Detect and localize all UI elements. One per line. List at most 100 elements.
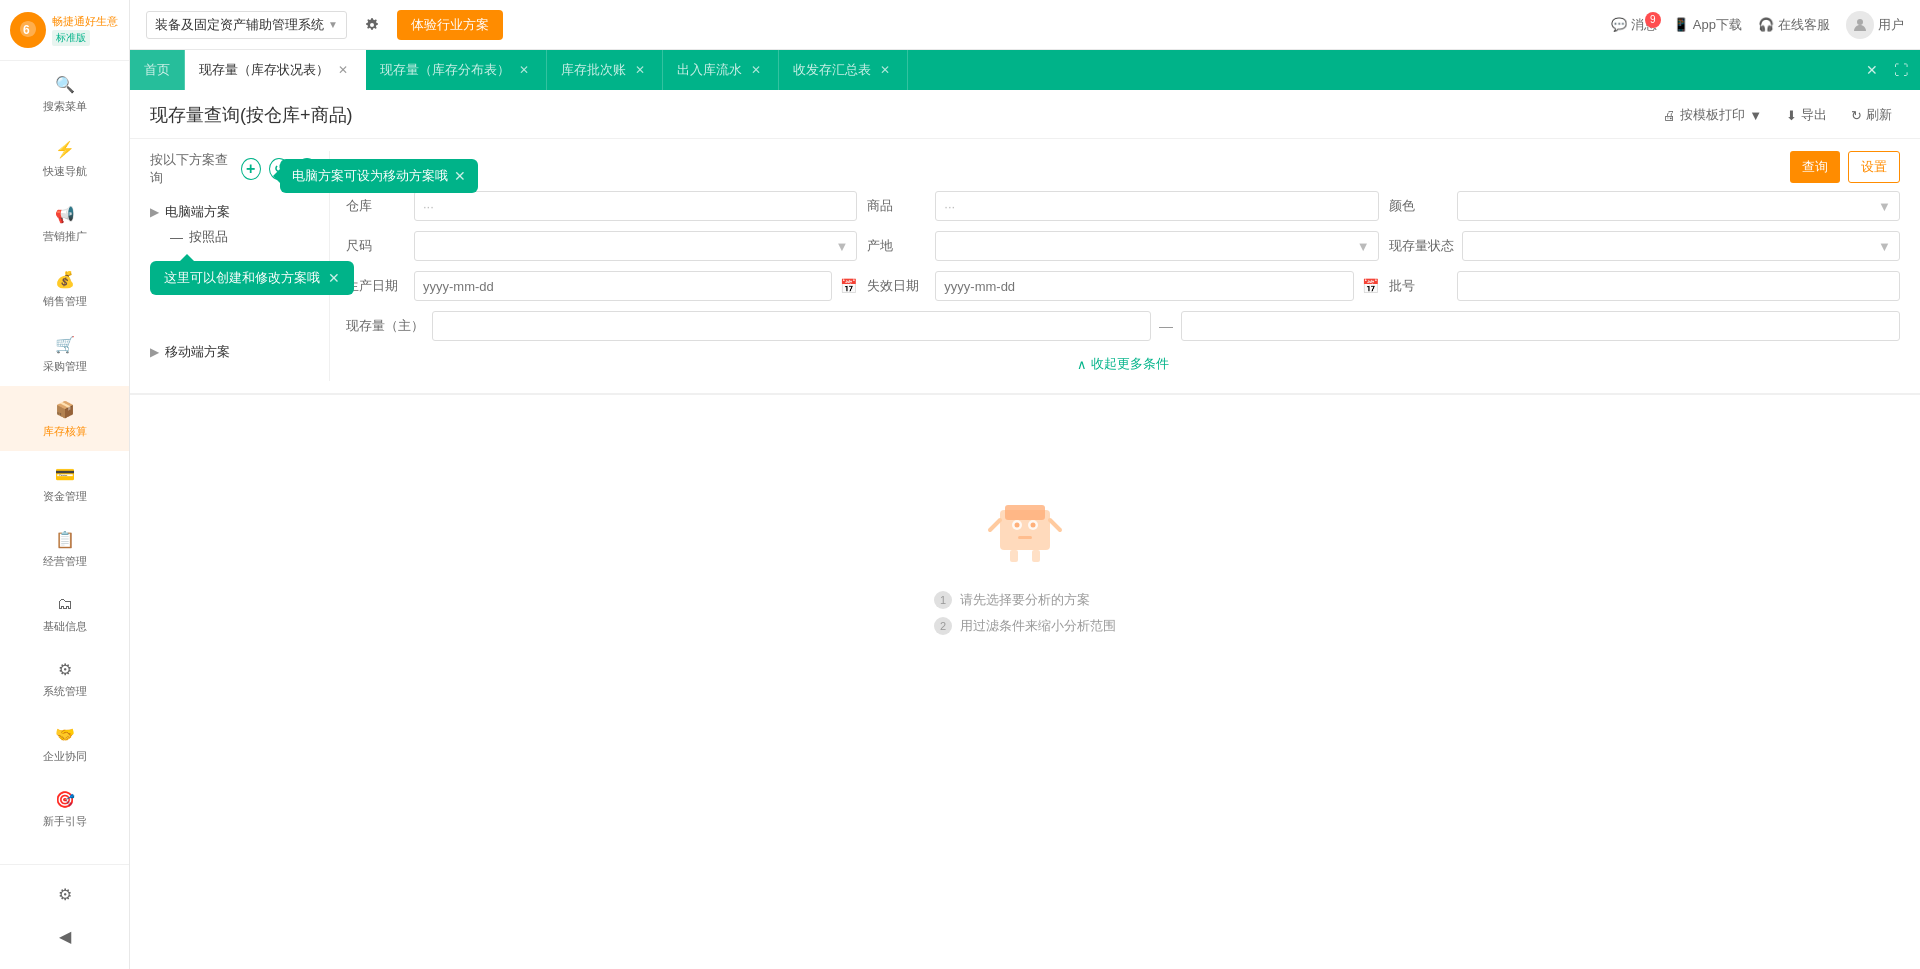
sidebar-item-inventory[interactable]: 📦 库存核算 (0, 386, 129, 451)
nav-label-operation: 经营管理 (43, 554, 87, 569)
sidebar-item-purchase[interactable]: 🛒 采购管理 (0, 321, 129, 386)
guide-icon: 🎯 (54, 788, 76, 810)
page-header: 现存量查询(按仓库+商品) 🖨 按模板打印 ▼ ⬇ 导出 ↻ 刷新 (130, 90, 1920, 139)
sidebar-item-sales[interactable]: 💰 销售管理 (0, 256, 129, 321)
stock-status-select[interactable]: ▼ (1462, 231, 1900, 261)
system-dropdown-arrow: ▼ (328, 19, 338, 30)
system-icon: ⚙ (54, 658, 76, 680)
desktop-child-1[interactable]: — 按照品 (170, 225, 317, 249)
mobile-scheme-item[interactable]: ▶ 移动端方案 (150, 339, 317, 365)
nav-label-search: 搜索菜单 (43, 99, 87, 114)
nav-label-inventory: 库存核算 (43, 424, 87, 439)
tab-recv-summary-label: 收发存汇总表 (793, 61, 871, 79)
message-button[interactable]: 💬 消息 9 (1611, 16, 1657, 34)
tab-close-all-btn[interactable]: ✕ (1862, 58, 1882, 82)
tabbar: 首页 现存量（库存状况表） ✕ 现存量（库存分布表） ✕ 库存批次账 ✕ 出入库… (130, 50, 1920, 90)
tab-recv-summary[interactable]: 收发存汇总表 ✕ (779, 50, 908, 90)
color-arrow: ▼ (1878, 199, 1891, 214)
print-icon: 🖨 (1663, 108, 1676, 123)
logo-icon: 6 (10, 12, 46, 48)
nav-label-purchase: 采购管理 (43, 359, 87, 374)
refresh-button[interactable]: ↻ 刷新 (1843, 102, 1900, 128)
nav-label-marketing: 营销推广 (43, 229, 87, 244)
origin-arrow: ▼ (1357, 239, 1370, 254)
marketing-icon: 📢 (54, 203, 76, 225)
stock-status-arrow: ▼ (1878, 239, 1891, 254)
export-icon: ⬇ (1786, 108, 1797, 123)
tooltip2-close[interactable]: ✕ (328, 270, 340, 286)
tab-close-batch-account[interactable]: ✕ (632, 62, 648, 78)
batch-no-input[interactable] (1457, 271, 1900, 301)
topbar-right: 💬 消息 9 📱 App下载 🎧 在线客服 (1611, 11, 1904, 39)
svg-rect-3 (1005, 505, 1045, 520)
print-button[interactable]: 🖨 按模板打印 ▼ (1655, 102, 1770, 128)
scheme-tree: ▶ 电脑端方案 — 按照品 (150, 199, 317, 249)
expire-date-calendar[interactable]: 📅 (1362, 278, 1379, 294)
tooltip2-text: 这里可以创建和修改方案哦 (164, 269, 320, 287)
size-select[interactable]: ▼ (414, 231, 857, 261)
query-button[interactable]: 查询 (1790, 151, 1840, 183)
svg-line-11 (990, 520, 1000, 530)
tab-inventory-status[interactable]: 现存量（库存状况表） ✕ (185, 50, 366, 90)
sidebar-item-system[interactable]: ⚙ 系统管理 (0, 646, 129, 711)
user-menu[interactable]: 用户 (1846, 11, 1904, 39)
stock-main-label: 现存量（主） (346, 317, 424, 335)
sidebar-item-collab[interactable]: 🤝 企业协同 (0, 711, 129, 776)
app-download-button[interactable]: 📱 App下载 (1673, 16, 1742, 34)
service-icon: 🎧 (1758, 17, 1774, 32)
sidebar-item-operation[interactable]: 📋 经营管理 (0, 516, 129, 581)
svg-point-7 (1031, 523, 1036, 528)
system-selector[interactable]: 装备及固定资产辅助管理系统 ▼ (146, 11, 347, 39)
filter-row-3: 生产日期 📅 失效日期 📅 批号 (346, 271, 1900, 301)
sidebar-item-finance[interactable]: 💳 资金管理 (0, 451, 129, 516)
sidebar-settings[interactable]: ⚙ (0, 875, 129, 917)
filter-row-4: 现存量（主） — (346, 311, 1900, 341)
size-field: 尺码 ▼ (346, 231, 857, 261)
tab-inventory-dist[interactable]: 现存量（库存分布表） ✕ (366, 50, 547, 90)
prod-date-start[interactable] (414, 271, 832, 301)
expire-date-start[interactable] (935, 271, 1353, 301)
warehouse-input[interactable]: ··· (414, 191, 857, 221)
tab-close-inventory-status[interactable]: ✕ (335, 62, 351, 78)
export-button[interactable]: ⬇ 导出 (1778, 102, 1835, 128)
tip-num-1: 1 (934, 591, 952, 609)
tab-inout-flow[interactable]: 出入库流水 ✕ (663, 50, 779, 90)
logo-area: 6 畅捷通好生意 标准版 (0, 0, 129, 61)
inventory-icon: 📦 (54, 398, 76, 420)
add-scheme-btn[interactable]: + (241, 158, 261, 180)
industry-btn[interactable]: 体验行业方案 (397, 10, 503, 40)
sidebar-item-marketing[interactable]: 📢 营销推广 (0, 191, 129, 256)
desktop-expand-icon: ▶ (150, 205, 159, 219)
tooltip1-close[interactable]: ✕ (454, 168, 466, 184)
warehouse-field: 仓库 ··· (346, 191, 857, 221)
sidebar-item-guide[interactable]: 🎯 新手引导 (0, 776, 129, 841)
prod-date-calendar[interactable]: 📅 (840, 278, 857, 294)
sidebar-item-search[interactable]: 🔍 搜索菜单 (0, 61, 129, 126)
reset-button[interactable]: 设置 (1848, 151, 1900, 183)
origin-select[interactable]: ▼ (935, 231, 1378, 261)
goods-input[interactable]: ··· (935, 191, 1378, 221)
tab-close-recv-summary[interactable]: ✕ (877, 62, 893, 78)
expire-date-label: 失效日期 (867, 277, 927, 295)
nav-label-sales: 销售管理 (43, 294, 87, 309)
size-arrow: ▼ (835, 239, 848, 254)
stock-main-end[interactable] (1181, 311, 1900, 341)
empty-state: 1 请先选择要分析的方案 2 用过滤条件来缩小分析范围 (130, 395, 1920, 715)
desktop-scheme-item[interactable]: ▶ 电脑端方案 (150, 199, 317, 225)
tab-home[interactable]: 首页 (130, 50, 185, 90)
refresh-label: 刷新 (1866, 106, 1892, 124)
color-select[interactable]: ▼ (1457, 191, 1900, 221)
collapse-button[interactable]: ∧ 收起更多条件 (346, 347, 1900, 381)
tab-fullscreen-btn[interactable]: ⛶ (1890, 58, 1912, 82)
online-service-button[interactable]: 🎧 在线客服 (1758, 16, 1830, 34)
stock-main-start[interactable] (432, 311, 1151, 341)
sidebar-item-basic[interactable]: 🗂 基础信息 (0, 581, 129, 646)
desktop-scheme-label: 电脑端方案 (165, 203, 230, 221)
tab-batch-account[interactable]: 库存批次账 ✕ (547, 50, 663, 90)
tab-close-inout-flow[interactable]: ✕ (748, 62, 764, 78)
sidebar-collapse[interactable]: ◀ (0, 917, 129, 959)
topbar-settings-button[interactable] (357, 10, 387, 40)
collapse-label: 收起更多条件 (1091, 355, 1169, 373)
sidebar-item-quicknav[interactable]: ⚡ 快速导航 (0, 126, 129, 191)
tab-close-inventory-dist[interactable]: ✕ (516, 62, 532, 78)
